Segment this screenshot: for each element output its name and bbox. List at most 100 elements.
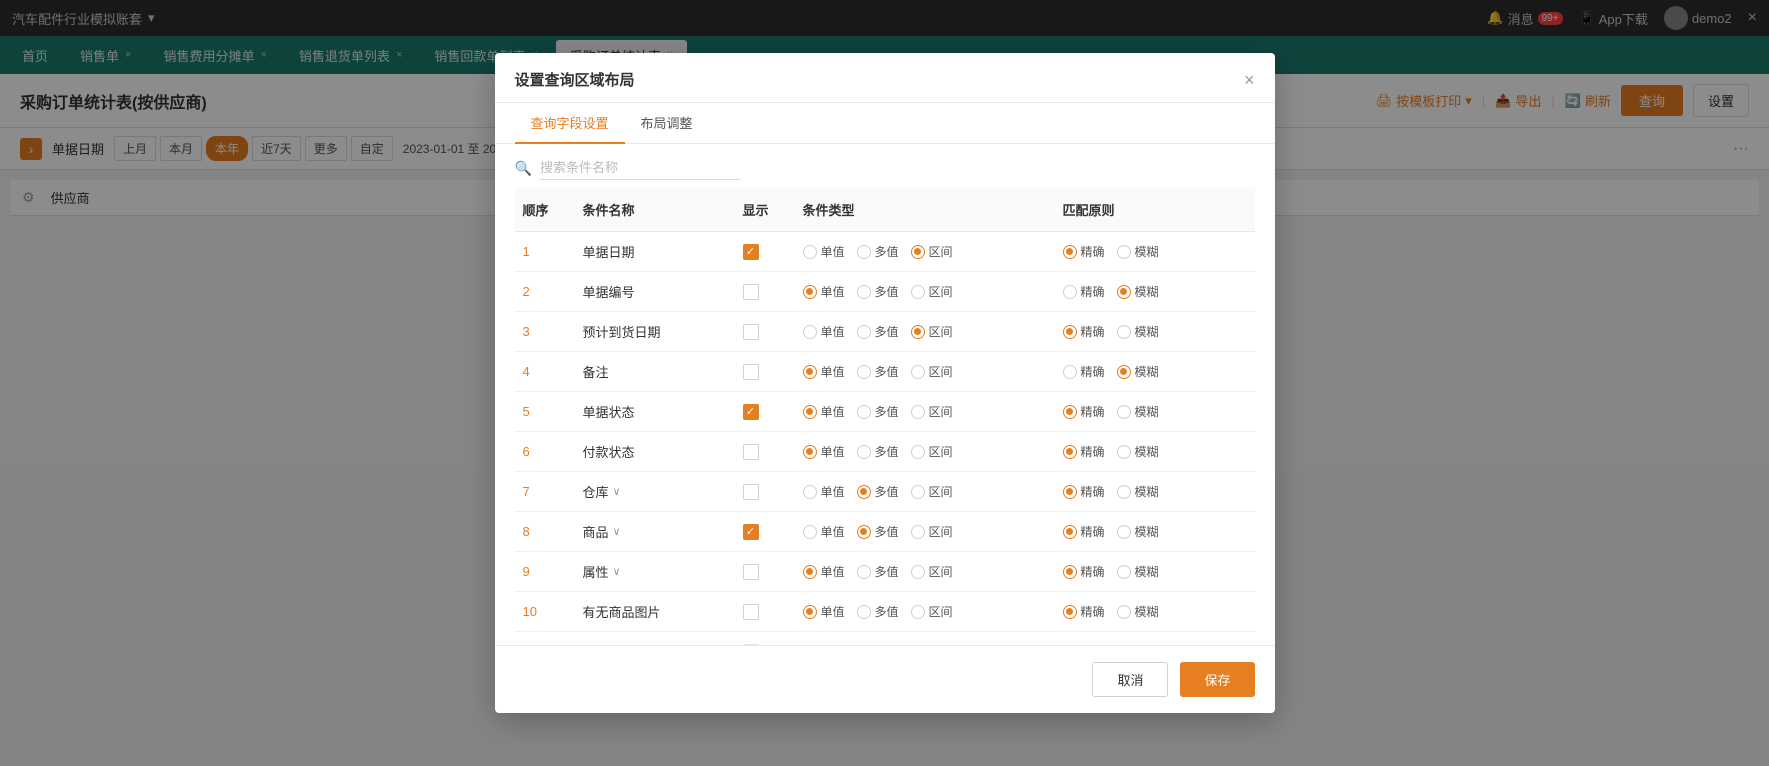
r6-single[interactable] [803,445,817,459]
r4-fuzzy[interactable] [1117,365,1131,379]
r11-exact[interactable] [1063,645,1077,646]
row-7-name: 仓库 ∨ [575,476,735,507]
row-3-display[interactable] [735,318,795,346]
r7-range[interactable] [911,485,925,499]
r3-exact[interactable] [1063,325,1077,339]
r10-single[interactable] [803,605,817,619]
r7-fuzzy[interactable] [1117,485,1131,499]
r3-single[interactable] [803,325,817,339]
row-6-display[interactable] [735,438,795,466]
r4-exact[interactable] [1063,365,1077,379]
row-1-display[interactable] [735,238,795,266]
row-4-order: 4 [515,358,575,385]
th-name: 条件名称 [575,196,735,223]
r8-multi[interactable] [857,525,871,539]
r2-fuzzy[interactable] [1117,285,1131,299]
row-1-checkbox[interactable] [743,244,759,260]
r7-multi[interactable] [857,485,871,499]
r4-single[interactable] [803,365,817,379]
row-7-display[interactable] [735,478,795,506]
row-4-checkbox[interactable] [743,364,759,380]
row-10-display[interactable] [735,598,795,626]
r8-range[interactable] [911,525,925,539]
row-8-checkbox[interactable] [743,524,759,540]
r6-range[interactable] [911,445,925,459]
r7-exact[interactable] [1063,485,1077,499]
r2-exact[interactable] [1063,285,1077,299]
r5-range[interactable] [911,405,925,419]
r5-single[interactable] [803,405,817,419]
r1-range[interactable] [911,245,925,259]
r10-fuzzy[interactable] [1117,605,1131,619]
r10-range[interactable] [911,605,925,619]
row-2-display[interactable] [735,278,795,306]
row-8-display[interactable] [735,518,795,546]
r4-multi[interactable] [857,365,871,379]
r11-range[interactable] [911,645,925,646]
row-4-display[interactable] [735,358,795,386]
r11-single[interactable] [803,645,817,646]
r11-fuzzy[interactable] [1117,645,1131,646]
r11-multi[interactable] [857,645,871,646]
row-11-order: 11 [515,638,575,645]
r3-range[interactable] [911,325,925,339]
dialog-tab-query-fields[interactable]: 查询字段设置 [515,103,625,144]
row-9-cond-type: 单值 多值 区间 [795,557,1055,586]
r4-range[interactable] [911,365,925,379]
r5-multi[interactable] [857,405,871,419]
dialog-tab-layout[interactable]: 布局调整 [625,103,709,144]
row-1-order: 1 [515,238,575,265]
row-10-checkbox[interactable] [743,604,759,620]
r9-single[interactable] [803,565,817,579]
row-2-match-rule: 精确 模糊 [1055,277,1255,306]
settings-row-2: 2 单据编号 单值 多值 区间 精确 模糊 [515,272,1255,312]
row-8-chevron: ∨ [613,525,621,538]
row-5-checkbox[interactable] [743,404,759,420]
row-6-checkbox[interactable] [743,444,759,460]
row-2-checkbox[interactable] [743,284,759,300]
r9-range[interactable] [911,565,925,579]
row-9-order: 9 [515,558,575,585]
row-11-display[interactable] [735,638,795,646]
r6-multi[interactable] [857,445,871,459]
save-button[interactable]: 保存 [1180,662,1254,697]
search-input[interactable] [540,156,740,180]
cancel-button[interactable]: 取消 [1092,662,1168,697]
row-5-cond-type: 单值 多值 区间 [795,397,1055,426]
r9-fuzzy[interactable] [1117,565,1131,579]
r3-multi[interactable] [857,325,871,339]
r2-range[interactable] [911,285,925,299]
r1-exact[interactable] [1063,245,1077,259]
r1-multi[interactable] [857,245,871,259]
r9-exact[interactable] [1063,565,1077,579]
row-9-display[interactable] [735,558,795,586]
row-11-checkbox[interactable] [743,644,759,646]
r10-exact[interactable] [1063,605,1077,619]
r10-multi[interactable] [857,605,871,619]
r8-exact[interactable] [1063,525,1077,539]
row-4-match-rule: 精确 模糊 [1055,357,1255,386]
row-7-checkbox[interactable] [743,484,759,500]
row-5-display[interactable] [735,398,795,426]
dialog-close-button[interactable]: × [1244,71,1255,89]
row-9-checkbox[interactable] [743,564,759,580]
r6-fuzzy[interactable] [1117,445,1131,459]
r9-multi[interactable] [857,565,871,579]
row-11-cond-type: 单值 多值 区间 [795,637,1055,645]
r5-exact[interactable] [1063,405,1077,419]
r6-exact[interactable] [1063,445,1077,459]
r8-single[interactable] [803,525,817,539]
dialog-tabs: 查询字段设置 布局调整 [495,103,1275,144]
r8-fuzzy[interactable] [1117,525,1131,539]
r5-fuzzy[interactable] [1117,405,1131,419]
r2-single[interactable] [803,285,817,299]
r3-fuzzy[interactable] [1117,325,1131,339]
r7-single[interactable] [803,485,817,499]
row-3-checkbox[interactable] [743,324,759,340]
row-8-order: 8 [515,518,575,545]
r2-multi[interactable] [857,285,871,299]
settings-row-7: 7 仓库 ∨ 单值 多值 区间 精确 模糊 [515,472,1255,512]
r1-fuzzy[interactable] [1117,245,1131,259]
row-9-match-rule: 精确 模糊 [1055,557,1255,586]
r1-single[interactable] [803,245,817,259]
